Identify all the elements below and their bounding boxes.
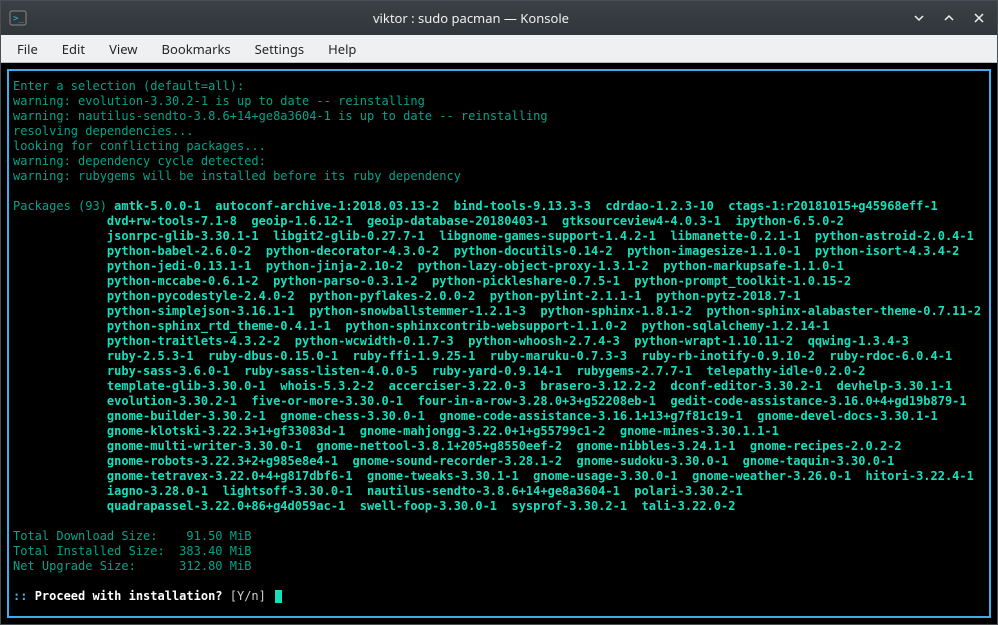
terminal-line: jsonrpc-glib-3.30.1-1 libgit2-glib-0.27.… bbox=[13, 229, 985, 244]
minimize-button[interactable] bbox=[909, 8, 929, 28]
terminal-line: ruby-sass-3.6.0-1 ruby-sass-listen-4.0.0… bbox=[13, 364, 985, 379]
window-controls bbox=[909, 8, 989, 28]
terminal-line: evolution-3.30.2-1 five-or-more-3.30.0-1… bbox=[13, 394, 985, 409]
terminal-line: python-sphinx_rtd_theme-0.4.1-1 python-s… bbox=[13, 319, 985, 334]
terminal-line: looking for conflicting packages... bbox=[13, 139, 985, 154]
terminal-line: :: Proceed with installation? [Y/n] bbox=[13, 589, 985, 604]
terminal-line: resolving dependencies... bbox=[13, 124, 985, 139]
menu-view[interactable]: View bbox=[97, 35, 149, 62]
titlebar: >_ viktor : sudo pacman — Konsole bbox=[1, 1, 997, 35]
terminal-line: warning: evolution-3.30.2-1 is up to dat… bbox=[13, 94, 985, 109]
terminal-line bbox=[13, 574, 985, 589]
terminal-line: Enter a selection (default=all): bbox=[13, 79, 985, 94]
terminal-line: warning: rubygems will be installed befo… bbox=[13, 169, 985, 184]
terminal-line: template-glib-3.30.0-1 whois-5.3.2-2 acc… bbox=[13, 379, 985, 394]
terminal-line: gnome-klotski-3.22.3+1+gf33083d-1 gnome-… bbox=[13, 424, 985, 439]
maximize-button[interactable] bbox=[939, 8, 959, 28]
menu-settings[interactable]: Settings bbox=[243, 35, 316, 62]
terminal-line: python-pycodestyle-2.4.0-2 python-pyflak… bbox=[13, 289, 985, 304]
menu-edit[interactable]: Edit bbox=[50, 35, 97, 62]
terminal-line: python-jedi-0.13.1-1 python-jinja-2.10-2… bbox=[13, 259, 985, 274]
terminal-line: Total Installed Size: 383.40 MiB bbox=[13, 544, 985, 559]
terminal-wrap: Enter a selection (default=all):warning:… bbox=[1, 63, 997, 624]
terminal-line: python-mccabe-0.6.1-2 python-parso-0.3.1… bbox=[13, 274, 985, 289]
terminal-line: python-simplejson-3.16.1-1 python-snowba… bbox=[13, 304, 985, 319]
terminal-line: ruby-2.5.3-1 ruby-dbus-0.15.0-1 ruby-ffi… bbox=[13, 349, 985, 364]
cursor bbox=[275, 590, 282, 603]
terminal-line: Total Download Size: 91.50 MiB bbox=[13, 529, 985, 544]
terminal-line bbox=[13, 184, 985, 199]
menu-bookmarks[interactable]: Bookmarks bbox=[150, 35, 243, 62]
menu-file[interactable]: File bbox=[5, 35, 50, 62]
terminal-line: gnome-multi-writer-3.30.0-1 gnome-nettoo… bbox=[13, 439, 985, 454]
terminal-line: warning: nautilus-sendto-3.8.6+14+ge8a36… bbox=[13, 109, 985, 124]
svg-text:>_: >_ bbox=[13, 14, 24, 24]
terminal-line: dvd+rw-tools-7.1-8 geoip-1.6.12-1 geoip-… bbox=[13, 214, 985, 229]
terminal-line: quadrapassel-3.22.0+86+g4d059ac-1 swell-… bbox=[13, 499, 985, 514]
app-icon: >_ bbox=[9, 9, 27, 27]
window-title: viktor : sudo pacman — Konsole bbox=[33, 9, 909, 27]
terminal-line: warning: dependency cycle detected: bbox=[13, 154, 985, 169]
terminal-line: python-babel-2.6.0-2 python-decorator-4.… bbox=[13, 244, 985, 259]
terminal-line: Packages (93) amtk-5.0.0-1 autoconf-arch… bbox=[13, 199, 985, 214]
menu-help[interactable]: Help bbox=[316, 35, 368, 62]
close-button[interactable] bbox=[969, 8, 989, 28]
terminal-line: python-traitlets-4.3.2-2 python-wcwidth-… bbox=[13, 334, 985, 349]
terminal-line: gnome-robots-3.22.3+2+g985e8e4-1 gnome-s… bbox=[13, 454, 985, 469]
terminal-line: iagno-3.28.0-1 lightsoff-3.30.0-1 nautil… bbox=[13, 484, 985, 499]
terminal-line bbox=[13, 514, 985, 529]
terminal[interactable]: Enter a selection (default=all):warning:… bbox=[7, 69, 991, 618]
terminal-line: gnome-tetravex-3.22.0+4+g817dbf6-1 gnome… bbox=[13, 469, 985, 484]
terminal-line: gnome-builder-3.30.2-1 gnome-chess-3.30.… bbox=[13, 409, 985, 424]
menubar: File Edit View Bookmarks Settings Help bbox=[1, 35, 997, 63]
terminal-line: Net Upgrade Size: 312.80 MiB bbox=[13, 559, 985, 574]
